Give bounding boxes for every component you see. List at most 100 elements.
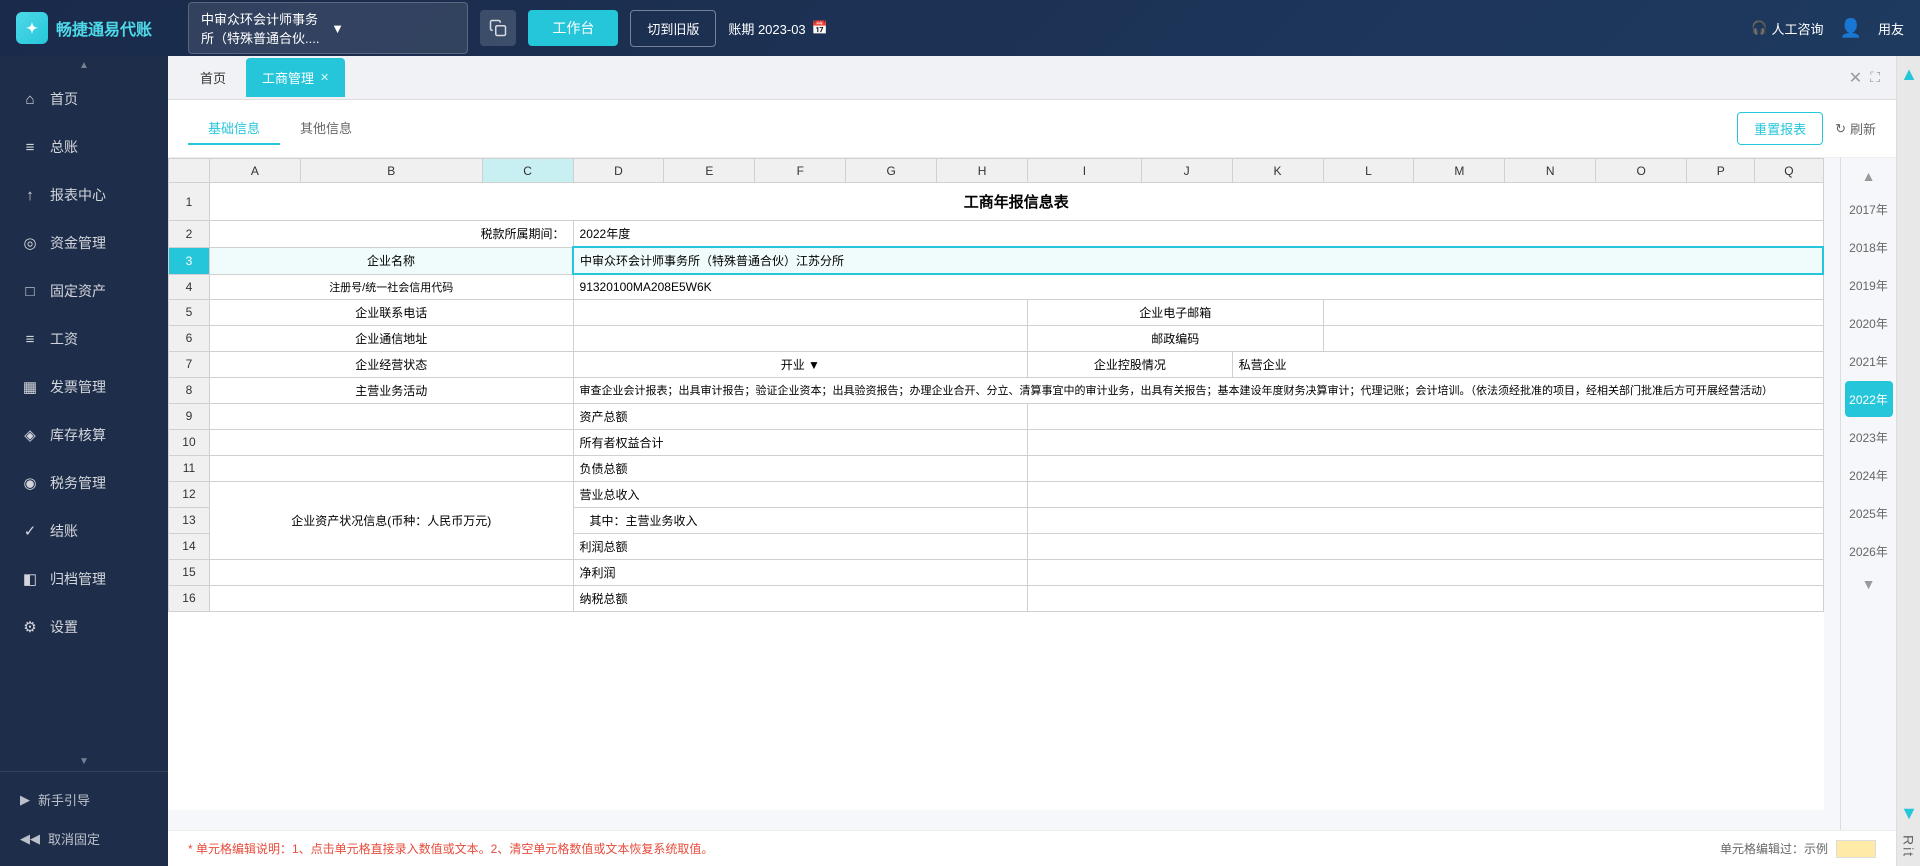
cell-10-value[interactable] xyxy=(1028,429,1823,455)
reset-button[interactable]: 重置报表 xyxy=(1737,112,1823,145)
cell-5-label: 企业联系电话 xyxy=(209,299,573,325)
cell-8-value[interactable]: 审查企业会计报表；出具审计报告；验证企业资本；出具验资报告；办理企业合开、分立、… xyxy=(573,377,1823,403)
cell-14-value[interactable] xyxy=(1028,533,1823,559)
old-version-button[interactable]: 切到旧版 xyxy=(630,10,716,47)
year-item-2024[interactable]: 2024年 xyxy=(1845,457,1893,493)
year-item-2023[interactable]: 2023年 xyxy=(1845,419,1893,455)
sidebar-item-asset[interactable]: □ 固定资产 xyxy=(0,267,168,315)
cell-title[interactable]: 工商年报信息表 xyxy=(209,183,1823,221)
sidebar-item-label: 发票管理 xyxy=(50,377,106,397)
sheet-table: A B C D E F G H I J K L xyxy=(168,158,1824,612)
year-item-2017[interactable]: 2017年 xyxy=(1845,191,1893,227)
tab-bar: 首页 工商管理 ✕ ✕ ⛶ xyxy=(168,56,1896,100)
cell-5-email[interactable] xyxy=(1323,299,1823,325)
sidebar-item-report[interactable]: ↑ 报表中心 xyxy=(0,171,168,219)
col-header-p: P xyxy=(1687,159,1755,183)
sidebar-scroll-up[interactable]: ▲ xyxy=(0,56,168,75)
sub-tab-basic[interactable]: 基础信息 xyxy=(188,112,280,145)
tab-business[interactable]: 工商管理 ✕ xyxy=(246,58,345,97)
sidebar-scroll-down[interactable]: ▼ xyxy=(0,752,168,771)
row-num-12: 12 xyxy=(169,481,210,507)
year-item-2026[interactable]: 2026年 xyxy=(1845,533,1893,569)
cell-3-value[interactable]: 中审众环会计师事务所（特殊普通合伙）江苏分所 xyxy=(573,247,1823,274)
cell-12-label: 营业总收入 xyxy=(573,481,1028,507)
copy-icon[interactable] xyxy=(480,10,516,46)
sidebar-item-unpin[interactable]: ◀◀ 取消固定 xyxy=(0,819,168,858)
sidebar-item-fund[interactable]: ◎ 资金管理 xyxy=(0,219,168,267)
sidebar-item-home[interactable]: ⌂ 首页 xyxy=(0,75,168,123)
refresh-button[interactable]: ↻ 刷新 xyxy=(1835,119,1876,138)
cell-13-value[interactable] xyxy=(1028,507,1823,533)
year-item-2021[interactable]: 2021年 xyxy=(1845,343,1893,379)
row-num-11: 11 xyxy=(169,455,210,481)
sub-tab-other-label: 其他信息 xyxy=(300,121,352,136)
sidebar-item-stock[interactable]: ◈ 库存核算 xyxy=(0,411,168,459)
year-item-2018[interactable]: 2018年 xyxy=(1845,229,1893,265)
sidebar-item-settings[interactable]: ⚙ 设置 xyxy=(0,603,168,651)
year-item-2022[interactable]: 2022年 xyxy=(1845,381,1893,417)
cell-2-value[interactable]: 2022年度 xyxy=(573,221,1823,248)
row-num-14: 14 xyxy=(169,533,210,559)
sidebar-bottom: ▶ 新手引导 ◀◀ 取消固定 xyxy=(0,771,168,866)
year-item-2025[interactable]: 2025年 xyxy=(1845,495,1893,531)
company-selector[interactable]: 中审众环会计师事务所（特殊普通合伙.... ▼ xyxy=(188,2,468,54)
year-label: 2024年 xyxy=(1849,467,1888,484)
content-area: 首页 工商管理 ✕ ✕ ⛶ 基础信息 xyxy=(168,56,1896,866)
table-row: 1 工商年报信息表 xyxy=(169,183,1824,221)
cell-11-value[interactable] xyxy=(1028,455,1823,481)
sidebar-item-label: 归档管理 xyxy=(50,569,106,589)
col-header-o: O xyxy=(1596,159,1687,183)
right-panel-expand-down[interactable]: ▼ xyxy=(1898,803,1919,823)
sidebar-item-guide[interactable]: ▶ 新手引导 xyxy=(0,780,168,819)
tab-close-icon[interactable]: ✕ xyxy=(320,71,329,84)
logo-area: ✦ 畅捷通易代账 xyxy=(16,12,176,44)
cell-15-value[interactable] xyxy=(1028,559,1823,585)
sidebar-item-ledger[interactable]: ≡ 总账 xyxy=(0,123,168,171)
calendar-icon[interactable]: 📅 xyxy=(812,20,828,36)
cell-7-hold-value[interactable]: 私营企业 xyxy=(1232,351,1823,377)
cell-6-zip[interactable] xyxy=(1323,325,1823,351)
col-header-q: Q xyxy=(1755,159,1823,183)
year-item-2020[interactable]: 2020年 xyxy=(1845,305,1893,341)
tab-home[interactable]: 首页 xyxy=(184,58,242,97)
cell-7-status[interactable]: 开业 ▼ xyxy=(573,351,1028,377)
sidebar-item-tax[interactable]: ◉ 税务管理 xyxy=(0,459,168,507)
header-right: 🎧 人工咨询 👤 用友 xyxy=(1751,18,1904,39)
cell-16-value[interactable] xyxy=(1028,585,1823,611)
cell-6-addr[interactable] xyxy=(573,325,1028,351)
col-header-c[interactable]: C xyxy=(482,159,573,183)
cell-9-value[interactable] xyxy=(1028,403,1823,429)
right-panel-expand-up[interactable]: ▲ xyxy=(1898,64,1919,84)
sidebar-item-close[interactable]: ✓ 结账 xyxy=(0,507,168,555)
table-row: 5 企业联系电话 企业电子邮箱 xyxy=(169,299,1824,325)
asset-icon: □ xyxy=(20,281,40,301)
year-down-button[interactable]: ▼ xyxy=(1849,570,1889,598)
row-num-7: 7 xyxy=(169,351,210,377)
close-window-icon[interactable]: ✕ xyxy=(1849,68,1862,88)
col-header-e: E xyxy=(664,159,755,183)
refresh-label: 刷新 xyxy=(1850,119,1876,138)
workbench-button[interactable]: 工作台 xyxy=(528,10,618,46)
archive-icon: ◧ xyxy=(20,569,40,589)
cell-16-empty xyxy=(209,585,573,611)
sidebar-item-invoice[interactable]: ▦ 发票管理 xyxy=(0,363,168,411)
sub-toolbar: 基础信息 其他信息 重置报表 ↻ 刷新 xyxy=(168,100,1896,158)
sidebar-item-salary[interactable]: ≡ 工资 xyxy=(0,315,168,363)
sidebar-item-label: 总账 xyxy=(50,137,78,157)
year-label: 2019年 xyxy=(1849,277,1888,294)
tab-home-label: 首页 xyxy=(200,68,226,87)
cell-4-value[interactable]: 91320100MA208E5W6K xyxy=(573,274,1823,299)
year-item-2019[interactable]: 2019年 xyxy=(1845,267,1893,303)
spreadsheet: A B C D E F G H I J K L xyxy=(168,158,1824,810)
col-header-m: M xyxy=(1414,159,1505,183)
cell-5-phone[interactable] xyxy=(573,299,1028,325)
refresh-icon: ↻ xyxy=(1835,121,1846,137)
sub-tab-other[interactable]: 其他信息 xyxy=(280,112,372,145)
row-num-16: 16 xyxy=(169,585,210,611)
year-up-button[interactable]: ▲ xyxy=(1849,162,1889,190)
service-button[interactable]: 🎧 人工咨询 xyxy=(1751,19,1823,38)
cell-12-value[interactable] xyxy=(1028,481,1823,507)
cell-3-label: 企业名称 xyxy=(209,247,573,274)
expand-window-icon[interactable]: ⛶ xyxy=(1870,69,1880,86)
sidebar-item-archive[interactable]: ◧ 归档管理 xyxy=(0,555,168,603)
